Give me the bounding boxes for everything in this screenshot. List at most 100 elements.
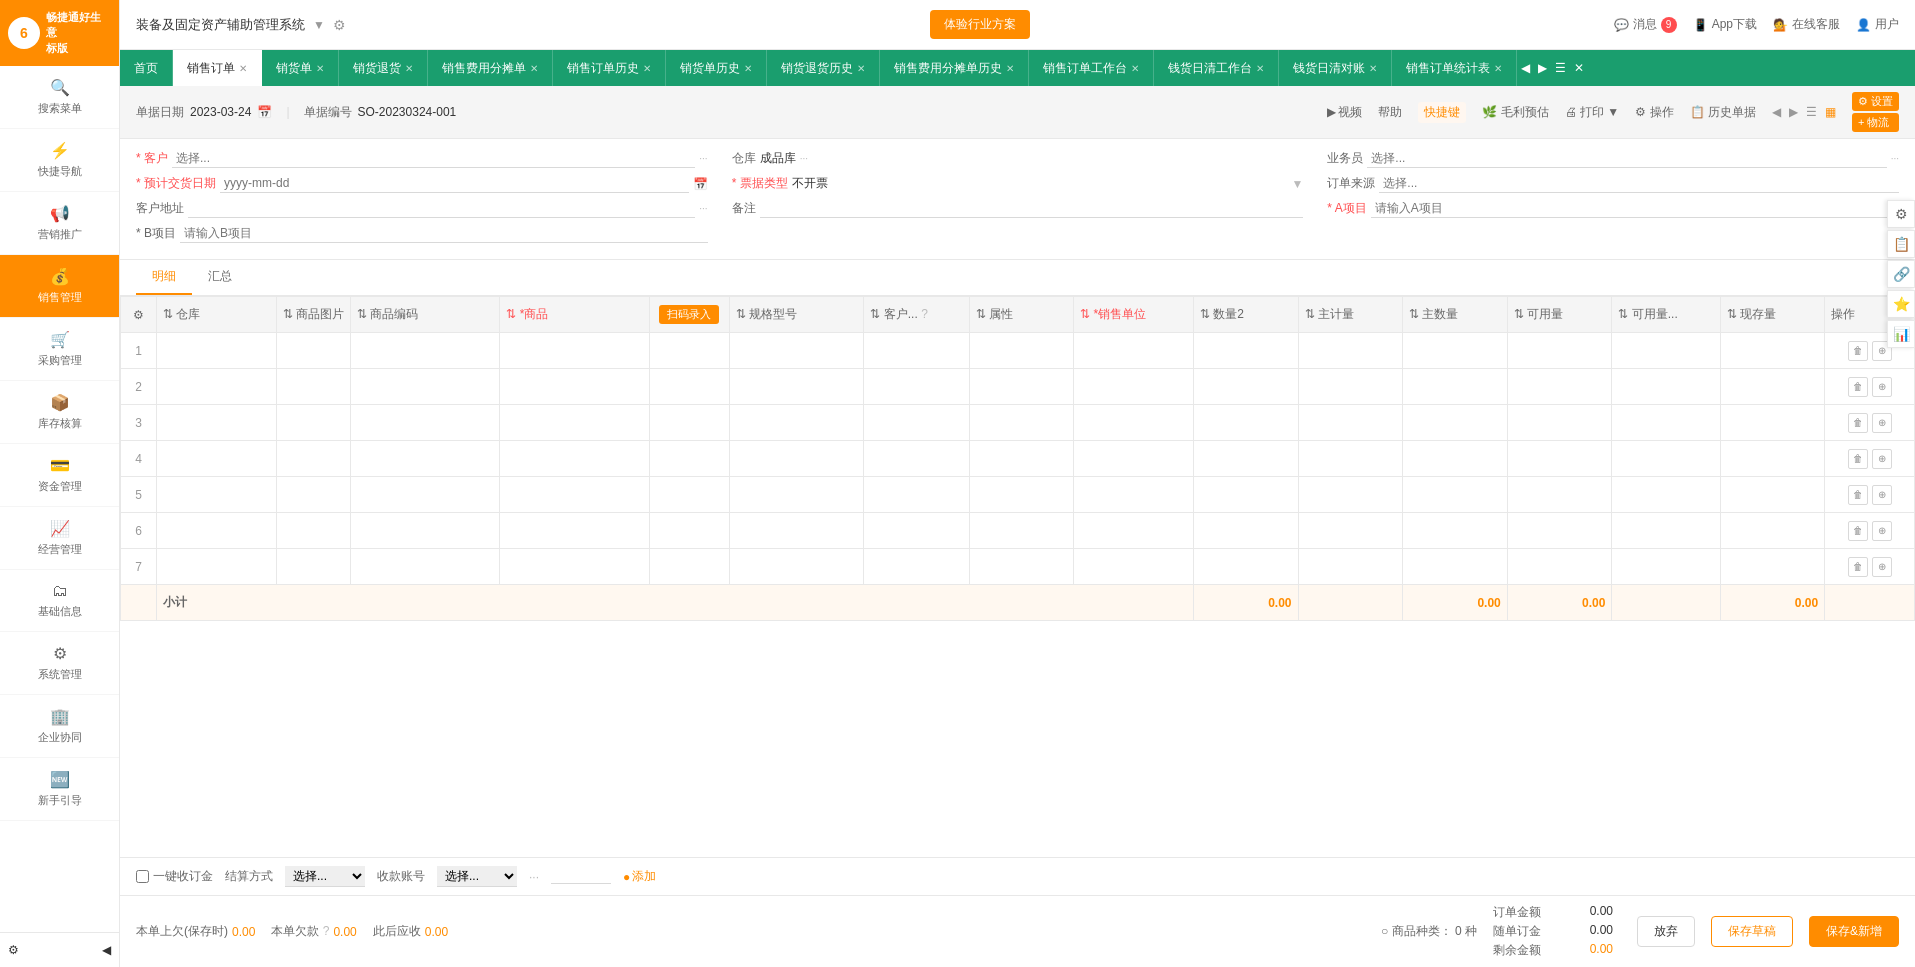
th-avail[interactable]: ⇅ 可用量: [1507, 297, 1612, 333]
row-spec[interactable]: [729, 333, 864, 369]
notes-input[interactable]: [760, 199, 1304, 218]
app-download-btn[interactable]: 📱 App下载: [1693, 16, 1757, 33]
copy-row-btn[interactable]: ⊕: [1872, 557, 1892, 577]
right-star-btn[interactable]: ⭐: [1887, 290, 1915, 318]
row-code[interactable]: [350, 333, 499, 369]
row-qty2[interactable]: [1193, 333, 1298, 369]
sidebar-item-enterprise[interactable]: 🏢 企业协同: [0, 695, 119, 758]
row-unit[interactable]: [1074, 333, 1194, 369]
tab-close-icon[interactable]: ✕: [643, 63, 651, 74]
delete-row-btn[interactable]: 🗑: [1848, 557, 1868, 577]
th-avail2[interactable]: ⇅ 可用量...: [1612, 297, 1720, 333]
delete-row-btn[interactable]: 🗑: [1848, 485, 1868, 505]
delete-row-btn[interactable]: 🗑: [1848, 377, 1868, 397]
row-attr[interactable]: [969, 333, 1074, 369]
print-btn[interactable]: 🖨 打印 ▼: [1565, 104, 1620, 121]
tab-sales-order-history[interactable]: 销售订单历史 ✕: [553, 50, 666, 86]
row-customer-code[interactable]: [864, 333, 969, 369]
th-stock[interactable]: ⇅ 现存量: [1720, 297, 1825, 333]
tab-close-icon[interactable]: ✕: [530, 63, 538, 74]
tab-sales-expense[interactable]: 销售费用分摊单 ✕: [428, 50, 553, 86]
th-image[interactable]: ⇅ 商品图片: [276, 297, 350, 333]
sidebar-item-purchase[interactable]: 🛒 采购管理: [0, 318, 119, 381]
deposit-amount[interactable]: 0.00: [551, 869, 611, 884]
row-product[interactable]: [500, 333, 649, 369]
nav-prev-icon[interactable]: ◀: [1772, 105, 1781, 119]
profit-btn[interactable]: 🌿 毛利预估: [1482, 104, 1548, 121]
tab-close-icon[interactable]: ✕: [1006, 63, 1014, 74]
tab-summary[interactable]: 汇总: [192, 260, 248, 295]
tab-workbench[interactable]: 销售订单工作台 ✕: [1029, 50, 1154, 86]
row-attr[interactable]: [969, 369, 1074, 405]
copy-row-btn[interactable]: ⊕: [1872, 413, 1892, 433]
save-draft-btn[interactable]: 保存草稿: [1711, 916, 1793, 947]
th-warehouse[interactable]: ⇅ 仓库: [157, 297, 277, 333]
message-btn[interactable]: 💬 消息 9: [1614, 16, 1677, 33]
row-warehouse[interactable]: [157, 333, 277, 369]
project-a-input[interactable]: [1371, 199, 1899, 218]
add-logistics-btn[interactable]: + 物流: [1852, 113, 1899, 132]
tab-stats[interactable]: 销售订单统计表 ✕: [1392, 50, 1517, 86]
row-qty2[interactable]: [1193, 369, 1298, 405]
sidebar-collapse-icon[interactable]: ◀: [102, 943, 111, 957]
user-btn[interactable]: 👤 用户: [1856, 16, 1899, 33]
copy-row-btn[interactable]: ⊕: [1872, 377, 1892, 397]
delete-row-btn[interactable]: 🗑: [1848, 521, 1868, 541]
row-warehouse[interactable]: [157, 405, 277, 441]
help-icon[interactable]: ?: [921, 307, 928, 321]
row-warehouse[interactable]: [157, 369, 277, 405]
dropdown-icon[interactable]: ▼: [313, 18, 325, 32]
layout-grid-icon[interactable]: ▦: [1825, 105, 1836, 119]
tab-close-icon[interactable]: ✕: [1494, 63, 1502, 74]
row-customer-code[interactable]: [864, 369, 969, 405]
sidebar-item-quicknav[interactable]: ⚡ 快捷导航: [0, 129, 119, 192]
sidebar-item-search[interactable]: 🔍 搜索菜单: [0, 66, 119, 129]
calendar-icon[interactable]: 📅: [257, 105, 272, 119]
customer-addr-input[interactable]: [188, 199, 695, 218]
help-icon[interactable]: ?: [323, 924, 330, 938]
tab-sales-return[interactable]: 销货退货 ✕: [339, 50, 428, 86]
tab-home[interactable]: 首页: [120, 50, 173, 86]
tab-daily-clear[interactable]: 钱货日清工作台 ✕: [1154, 50, 1279, 86]
invoice-select[interactable]: 不开票 ▼: [792, 175, 1304, 192]
th-spec[interactable]: ⇅ 规格型号: [729, 297, 864, 333]
th-attr[interactable]: ⇅ 属性: [969, 297, 1074, 333]
salesperson-ellipsis[interactable]: ···: [1891, 153, 1899, 164]
th-unit[interactable]: ⇅ *销售单位: [1074, 297, 1194, 333]
right-settings-btn[interactable]: ⚙: [1887, 200, 1915, 228]
order-source-input[interactable]: [1379, 174, 1899, 193]
nav-next-icon[interactable]: ▶: [1789, 105, 1798, 119]
history-btn[interactable]: 📋 历史单据: [1690, 104, 1756, 121]
right-clipboard-btn[interactable]: 📋: [1887, 230, 1915, 258]
sidebar-item-marketing[interactable]: 📢 营销推广: [0, 192, 119, 255]
shortcut-btn[interactable]: 快捷键: [1418, 102, 1466, 123]
tab-sales-order[interactable]: 销售订单 ✕: [173, 50, 262, 86]
save-new-btn[interactable]: 保存&新增: [1809, 916, 1899, 947]
copy-row-btn[interactable]: ⊕: [1872, 521, 1892, 541]
industry-btn[interactable]: 体验行业方案: [930, 10, 1030, 39]
tab-close-icon[interactable]: ✕: [1131, 63, 1139, 74]
th-settings[interactable]: ⚙: [121, 297, 157, 333]
tab-reconcile[interactable]: 钱货日清对账 ✕: [1279, 50, 1392, 86]
settle-select[interactable]: 选择...: [285, 866, 365, 887]
tab-return-history[interactable]: 销货退货历史 ✕: [767, 50, 880, 86]
salesperson-input[interactable]: [1367, 149, 1886, 168]
tab-menu[interactable]: ☰: [1551, 61, 1570, 75]
sidebar-item-base[interactable]: 🗂 基础信息: [0, 570, 119, 632]
th-main-qty[interactable]: ⇅ 主数量: [1403, 297, 1508, 333]
help-btn[interactable]: 帮助: [1378, 104, 1402, 121]
sidebar-item-operations[interactable]: 📈 经营管理: [0, 507, 119, 570]
tab-close-icon[interactable]: ✕: [316, 63, 324, 74]
sidebar-item-inventory[interactable]: 📦 库存核算: [0, 381, 119, 444]
tab-sales-bill[interactable]: 销货单 ✕: [262, 50, 339, 86]
settings-icon[interactable]: ⚙: [333, 17, 346, 33]
row-code[interactable]: [350, 369, 499, 405]
right-link-btn[interactable]: 🔗: [1887, 260, 1915, 288]
row-product[interactable]: [500, 369, 649, 405]
three-dots-payment[interactable]: ···: [529, 870, 539, 884]
tab-close-icon[interactable]: ✕: [857, 63, 865, 74]
copy-row-btn[interactable]: ⊕: [1872, 485, 1892, 505]
deposit-checkbox[interactable]: [136, 870, 149, 883]
th-qty2[interactable]: ⇅ 数量2: [1193, 297, 1298, 333]
layout-list-icon[interactable]: ☰: [1806, 105, 1817, 119]
